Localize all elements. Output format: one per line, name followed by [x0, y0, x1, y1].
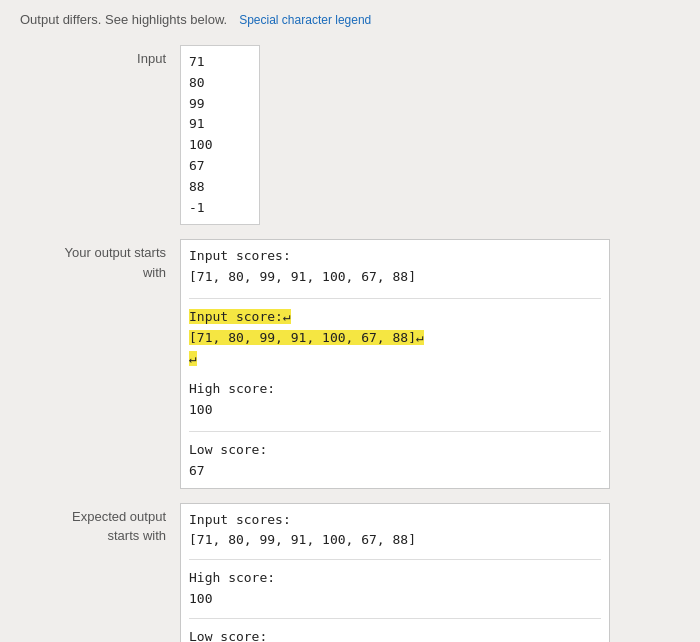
your-output-block4: Low score: 67: [189, 440, 601, 482]
expected-block2: High score: 100: [189, 568, 601, 610]
your-output-b2-l2: [71, 80, 99, 91, 100, 67, 88]↵: [189, 328, 601, 349]
input-box: 71 80 99 91 100 67 88 -1: [180, 45, 260, 225]
your-output-label-line1: Your output starts: [65, 245, 166, 260]
input-label: Input: [20, 45, 180, 69]
your-output-b4-l2: 67: [189, 461, 601, 482]
expected-label-line1: Expected output: [72, 509, 166, 524]
your-output-content: Input scores: [71, 80, 99, 91, 100, 67, …: [180, 239, 680, 488]
input-val-2: 80: [189, 73, 251, 94]
your-output-block2: Input score:↵ [71, 80, 99, 91, 100, 67, …: [189, 307, 601, 369]
your-output-b3-l2: 100: [189, 400, 601, 421]
highlight-array: [71, 80, 99, 91, 100, 67, 88]↵: [189, 330, 424, 345]
expected-output-content: Input scores: [71, 80, 99, 91, 100, 67, …: [180, 503, 680, 642]
expected-block3: Low score: 67: [189, 627, 601, 642]
highlight-input-score: Input score:↵: [189, 309, 291, 324]
your-output-label-line2: with: [143, 265, 166, 280]
input-val-8: -1: [189, 198, 251, 219]
your-output-section: Your output starts with Input scores: [7…: [20, 239, 680, 488]
input-val-3: 99: [189, 94, 251, 115]
your-output-b3-l1: High score:: [189, 379, 601, 400]
expected-output-box: Input scores: [71, 80, 99, 91, 100, 67, …: [180, 503, 610, 642]
expected-block1: Input scores: [71, 80, 99, 91, 100, 67, …: [189, 510, 601, 552]
your-output-b1-l2: [71, 80, 99, 91, 100, 67, 88]: [189, 267, 601, 288]
special-char-link[interactable]: Special character legend: [239, 13, 371, 27]
input-content: 71 80 99 91 100 67 88 -1: [180, 45, 680, 225]
divider2: [189, 431, 601, 432]
expected-divider1: [189, 559, 601, 560]
expected-divider2: [189, 618, 601, 619]
expected-b1-l1: Input scores:: [189, 510, 601, 531]
input-val-4: 91: [189, 114, 251, 135]
your-output-b4-l1: Low score:: [189, 440, 601, 461]
input-val-1: 71: [189, 52, 251, 73]
your-output-block3: High score: 100: [189, 379, 601, 421]
expected-b3-l1: Low score:: [189, 627, 601, 642]
your-output-label: Your output starts with: [20, 239, 180, 282]
diff-message: Output differs. See highlights below.: [20, 12, 227, 27]
expected-b2-l1: High score:: [189, 568, 601, 589]
your-output-b2-l1: Input score:↵: [189, 307, 601, 328]
your-output-b1-l1: Input scores:: [189, 246, 601, 267]
expected-output-section: Expected output starts with Input scores…: [20, 503, 680, 642]
input-val-6: 67: [189, 156, 251, 177]
input-section: Input 71 80 99 91 100 67 88 -1: [20, 45, 680, 225]
top-bar: Output differs. See highlights below. Sp…: [20, 12, 680, 27]
divider1: [189, 298, 601, 299]
expected-b1-l2: [71, 80, 99, 91, 100, 67, 88]: [189, 530, 601, 551]
expected-output-label: Expected output starts with: [20, 503, 180, 546]
your-output-box: Input scores: [71, 80, 99, 91, 100, 67, …: [180, 239, 610, 488]
highlight-newline: ↵: [189, 351, 197, 366]
your-output-block1: Input scores: [71, 80, 99, 91, 100, 67, …: [189, 246, 601, 288]
expected-b2-l2: 100: [189, 589, 601, 610]
content-area: Input 71 80 99 91 100 67 88 -1 Your outp…: [20, 45, 680, 642]
your-output-b2-l3: ↵: [189, 349, 601, 370]
input-val-7: 88: [189, 177, 251, 198]
input-val-5: 100: [189, 135, 251, 156]
expected-label-line2: starts with: [107, 528, 166, 543]
